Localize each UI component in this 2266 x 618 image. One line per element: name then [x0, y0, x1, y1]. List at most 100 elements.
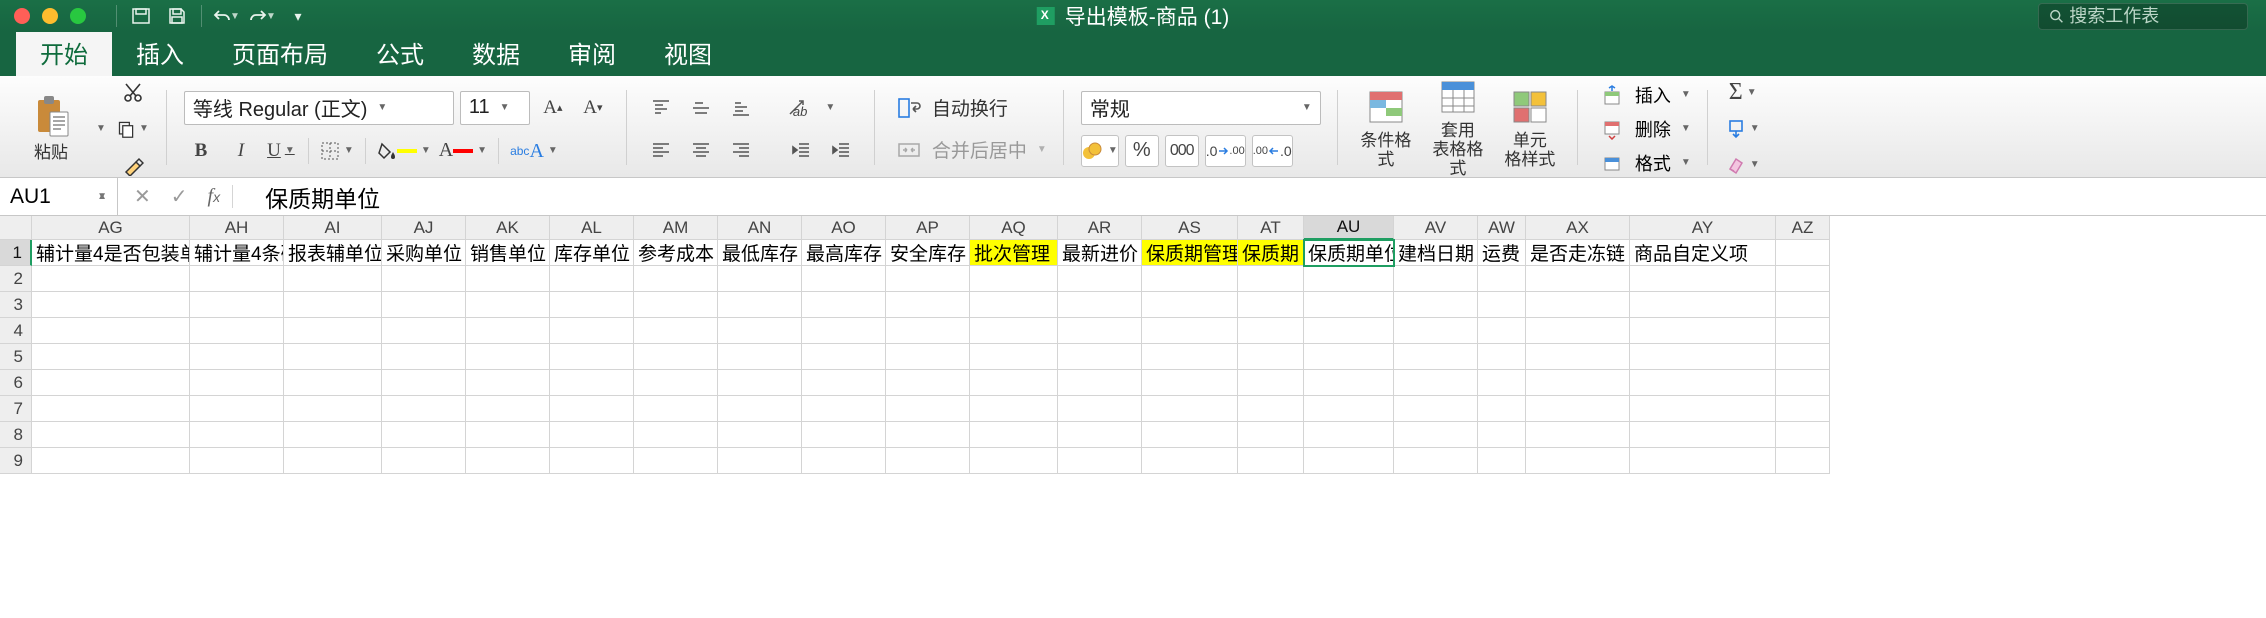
column-header[interactable]: AG	[32, 216, 190, 240]
cell[interactable]	[1776, 448, 1830, 474]
format-as-table-button[interactable]: 套用 表格格式	[1427, 78, 1489, 178]
cell[interactable]	[1478, 344, 1526, 370]
cell[interactable]	[886, 344, 970, 370]
fill-button[interactable]: ▼	[1725, 113, 1761, 145]
cell[interactable]	[466, 318, 550, 344]
save-icon[interactable]	[163, 4, 191, 28]
cell[interactable]	[1526, 292, 1630, 318]
cell[interactable]	[970, 370, 1058, 396]
cell[interactable]	[1058, 396, 1142, 422]
cell[interactable]	[1478, 318, 1526, 344]
cell[interactable]	[886, 448, 970, 474]
cell[interactable]	[1776, 318, 1830, 344]
cell[interactable]	[382, 318, 466, 344]
tab-insert[interactable]: 插入	[112, 27, 208, 76]
cell[interactable]	[550, 292, 634, 318]
cell[interactable]	[1394, 344, 1478, 370]
tab-view[interactable]: 视图	[640, 27, 736, 76]
cell[interactable]	[886, 292, 970, 318]
cell[interactable]	[1776, 396, 1830, 422]
cell[interactable]: 库存单位	[550, 240, 634, 266]
conditional-format-button[interactable]: 条件格式	[1355, 88, 1417, 169]
cell[interactable]	[466, 292, 550, 318]
cell[interactable]	[32, 344, 190, 370]
cell[interactable]	[802, 448, 886, 474]
undo-button[interactable]: ▼	[212, 4, 240, 28]
align-right-button[interactable]	[724, 134, 758, 166]
font-size-combo[interactable]: 11▼	[460, 91, 530, 125]
cell[interactable]: 保质期管理	[1142, 240, 1238, 266]
cell[interactable]	[1630, 370, 1776, 396]
cell[interactable]	[718, 266, 802, 292]
column-header[interactable]: AP	[886, 216, 970, 240]
cell[interactable]: 最低库存	[718, 240, 802, 266]
cell[interactable]	[466, 396, 550, 422]
column-header[interactable]: AS	[1142, 216, 1238, 240]
cell[interactable]	[1776, 240, 1830, 266]
cell[interactable]	[550, 266, 634, 292]
cell[interactable]	[550, 318, 634, 344]
cell[interactable]	[1142, 396, 1238, 422]
cell[interactable]	[1394, 448, 1478, 474]
row-header[interactable]: 5	[0, 344, 32, 370]
align-center-button[interactable]	[684, 134, 718, 166]
cell[interactable]	[1304, 292, 1394, 318]
row-header[interactable]: 4	[0, 318, 32, 344]
cell[interactable]	[1304, 448, 1394, 474]
cell[interactable]	[1526, 318, 1630, 344]
cell[interactable]: 商品自定义项	[1630, 240, 1776, 266]
cell-styles-button[interactable]: 单元 格样式	[1499, 88, 1561, 169]
row-header[interactable]: 8	[0, 422, 32, 448]
cell[interactable]	[1526, 370, 1630, 396]
cell[interactable]	[1776, 344, 1830, 370]
cell[interactable]	[550, 396, 634, 422]
cell[interactable]	[1058, 344, 1142, 370]
cell[interactable]	[382, 448, 466, 474]
cell[interactable]	[466, 370, 550, 396]
cell[interactable]: 保质期	[1238, 240, 1304, 266]
cell[interactable]	[1630, 344, 1776, 370]
column-header[interactable]: AX	[1526, 216, 1630, 240]
font-color-button[interactable]: A▼	[438, 135, 488, 167]
confirm-edit-button[interactable]: ✓	[171, 184, 188, 209]
cell[interactable]	[970, 422, 1058, 448]
cell[interactable]	[1238, 318, 1304, 344]
cell[interactable]	[32, 318, 190, 344]
cell[interactable]	[190, 292, 284, 318]
borders-button[interactable]: ▼	[319, 135, 355, 167]
accounting-format-button[interactable]: ▼	[1081, 135, 1119, 167]
cell[interactable]	[32, 292, 190, 318]
cell[interactable]	[1238, 344, 1304, 370]
cell[interactable]	[32, 448, 190, 474]
cell[interactable]	[1238, 422, 1304, 448]
cell[interactable]	[970, 396, 1058, 422]
cell[interactable]	[1478, 448, 1526, 474]
cell[interactable]	[1394, 318, 1478, 344]
cell[interactable]	[1630, 448, 1776, 474]
cell[interactable]	[382, 266, 466, 292]
row-header[interactable]: 2	[0, 266, 32, 292]
cell[interactable]	[1630, 292, 1776, 318]
cell[interactable]	[1478, 370, 1526, 396]
cell[interactable]	[802, 266, 886, 292]
cell[interactable]	[32, 396, 190, 422]
row-header[interactable]: 9	[0, 448, 32, 474]
cell[interactable]	[1142, 344, 1238, 370]
align-middle-button[interactable]	[684, 92, 718, 124]
cell[interactable]	[886, 422, 970, 448]
cell[interactable]	[284, 396, 382, 422]
cell[interactable]	[32, 266, 190, 292]
cell[interactable]	[1058, 370, 1142, 396]
cell[interactable]	[1238, 266, 1304, 292]
underline-button[interactable]: U▼	[264, 135, 298, 167]
cell[interactable]	[1304, 318, 1394, 344]
cell[interactable]	[718, 344, 802, 370]
cell[interactable]	[634, 266, 718, 292]
increase-indent-button[interactable]	[824, 134, 858, 166]
cell[interactable]	[284, 370, 382, 396]
cell[interactable]	[1304, 370, 1394, 396]
cell[interactable]	[634, 422, 718, 448]
cell[interactable]	[32, 422, 190, 448]
cell[interactable]	[1142, 422, 1238, 448]
cell[interactable]	[1478, 292, 1526, 318]
